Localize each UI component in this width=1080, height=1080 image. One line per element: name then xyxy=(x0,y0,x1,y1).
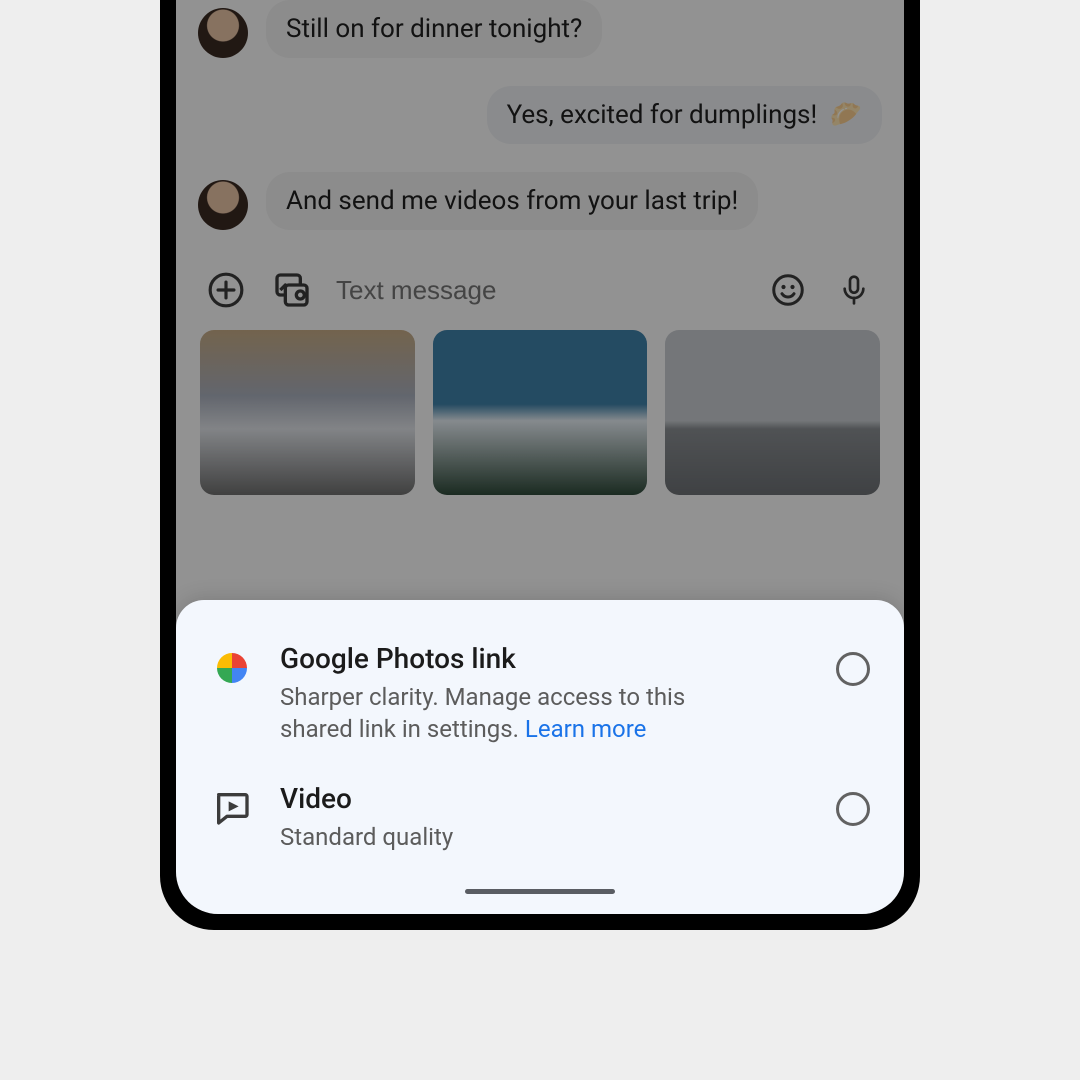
navigation-handle[interactable] xyxy=(465,889,615,894)
option-title: Google Photos link xyxy=(280,642,810,675)
share-options-sheet: Google Photos link Sharper clarity. Mana… xyxy=(176,600,904,914)
option-subtitle: Standard quality xyxy=(280,821,720,853)
phone-frame: Still on for dinner tonight? Yes, excite… xyxy=(160,0,920,930)
option-subtitle: Sharper clarity. Manage access to this s… xyxy=(280,681,720,746)
share-option-video[interactable]: Video Standard quality xyxy=(206,772,874,879)
learn-more-link[interactable]: Learn more xyxy=(525,715,646,743)
radio-button[interactable] xyxy=(836,792,870,826)
option-title: Video xyxy=(280,782,810,815)
option-body: Video Standard quality xyxy=(280,782,810,853)
screen: Still on for dinner tonight? Yes, excite… xyxy=(176,0,904,914)
option-body: Google Photos link Sharper clarity. Mana… xyxy=(280,642,810,746)
google-photos-icon xyxy=(210,646,254,690)
share-option-google-photos[interactable]: Google Photos link Sharper clarity. Mana… xyxy=(206,628,874,772)
video-message-icon xyxy=(210,786,254,830)
radio-button[interactable] xyxy=(836,652,870,686)
